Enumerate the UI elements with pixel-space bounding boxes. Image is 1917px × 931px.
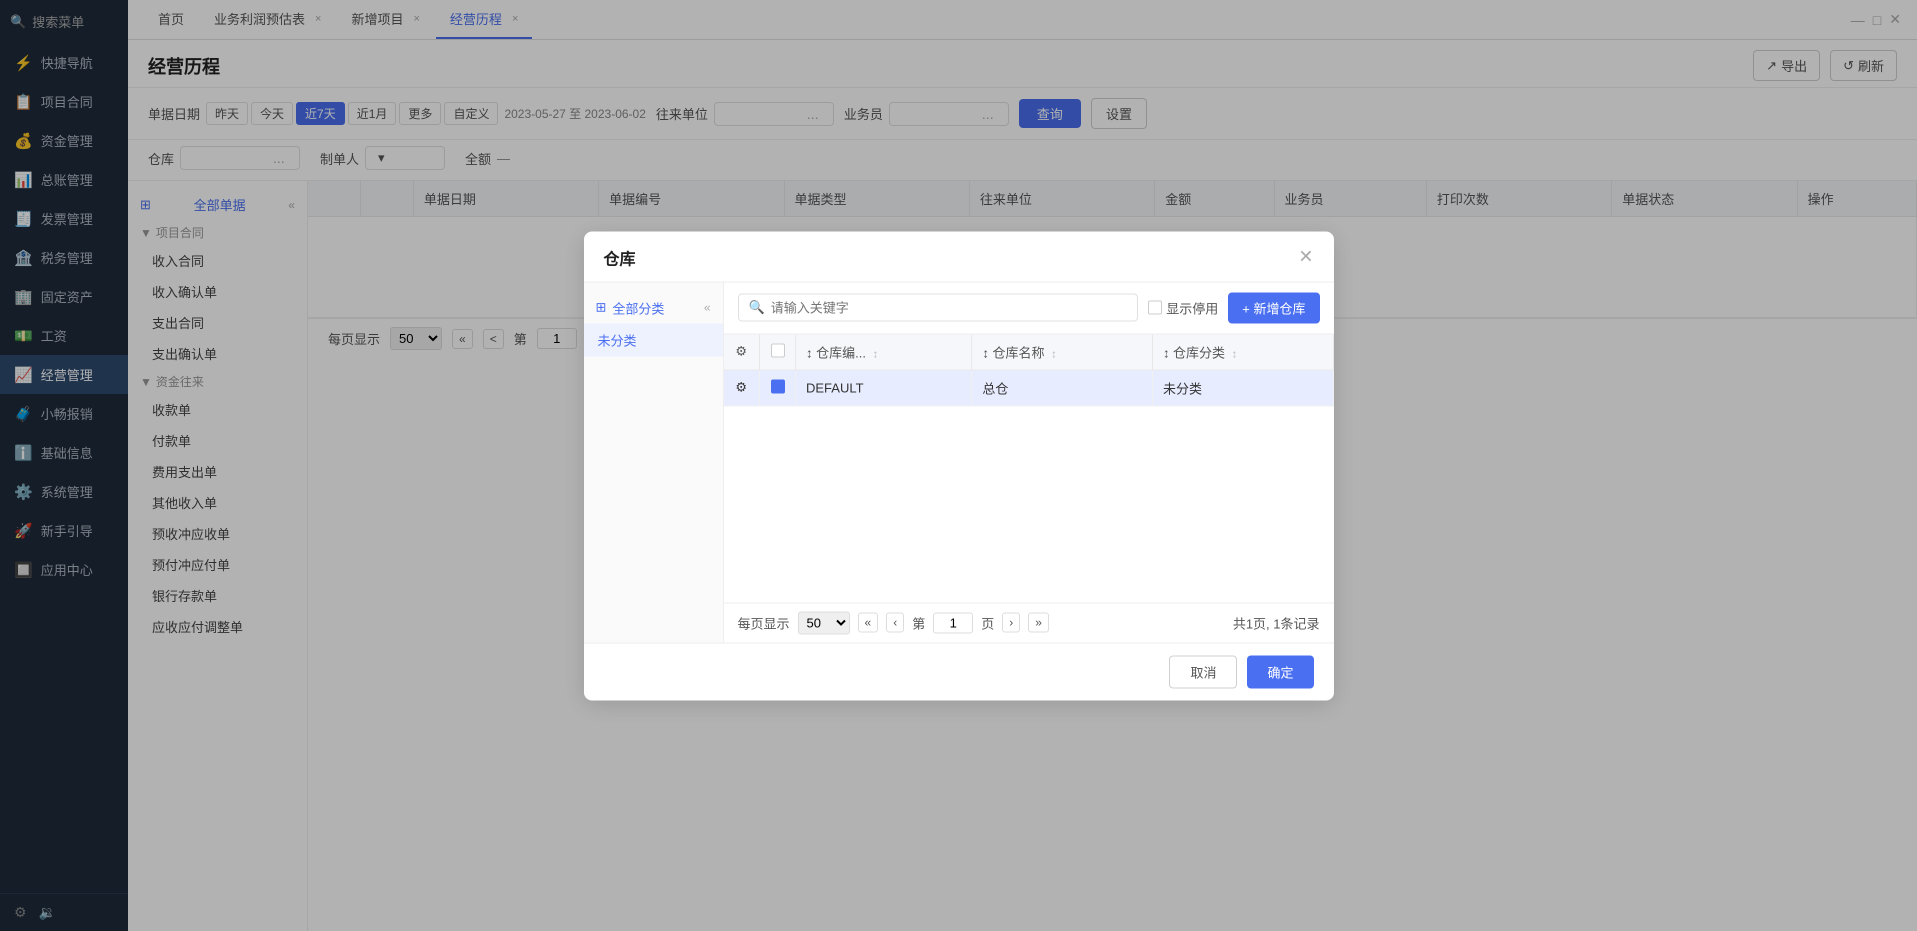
- modal-cancel-button[interactable]: 取消: [1169, 655, 1237, 688]
- row-checkbox[interactable]: [760, 370, 796, 406]
- modal-table: ⚙ ↕ 仓库编... ↕ ↕ 仓库名称 ↕ ↕ 仓库分类 ↕ ⚙ DEFAULT…: [724, 334, 1334, 406]
- modal-confirm-button[interactable]: 确定: [1247, 655, 1313, 688]
- modal-per-page-select[interactable]: 50 100: [798, 611, 850, 634]
- modal-left-items: 未分类: [584, 323, 723, 356]
- modal-per-page-label: 每页显示: [738, 613, 790, 632]
- modal-left-item-unclassified[interactable]: 未分类: [584, 323, 723, 356]
- modal-search-wrap: 🔍: [738, 294, 1139, 322]
- modal-right-panel: 🔍 显示停用 + 新增仓库 ⚙ ↕ 仓库编... ↕ ↕: [724, 282, 1334, 642]
- modal-pagination: 每页显示 50 100 « ‹ 第 页 › » 共1页, 1条记录: [724, 602, 1334, 642]
- modal-total-text: 共1页, 1条记录: [1233, 613, 1320, 632]
- modal-body: ⊞ 全部分类 « 未分类 🔍 显示停用 + 新增仓库: [584, 282, 1334, 642]
- show-disabled-wrap: 显示停用: [1148, 298, 1218, 317]
- modal-left-collapse-icon[interactable]: «: [704, 301, 711, 315]
- modal-th-name: ↕ 仓库名称 ↕: [972, 334, 1153, 370]
- modal-table-body: ⚙ DEFAULT 总仓 未分类: [724, 370, 1334, 406]
- modal-th-checkbox: [760, 334, 796, 370]
- modal-th-gear: ⚙: [724, 334, 760, 370]
- show-disabled-checkbox[interactable]: [1148, 301, 1162, 315]
- add-warehouse-button[interactable]: + 新增仓库: [1228, 292, 1319, 323]
- modal-toolbar: 🔍 显示停用 + 新增仓库: [724, 282, 1334, 334]
- warehouse-modal: 仓库 ✕ ⊞ 全部分类 « 未分类 🔍 显示停用: [584, 231, 1334, 700]
- modal-left-title: 全部分类: [612, 298, 664, 317]
- row-name: 总仓: [972, 370, 1153, 406]
- modal-actions: 取消 确定: [584, 642, 1334, 700]
- row-code: DEFAULT: [796, 370, 972, 406]
- modal-page-last-btn[interactable]: »: [1028, 613, 1049, 633]
- modal-search-input[interactable]: [771, 300, 1128, 315]
- modal-page-prev-btn[interactable]: ‹: [886, 613, 904, 633]
- modal-close-button[interactable]: ✕: [1298, 247, 1313, 268]
- modal-header: 仓库 ✕: [584, 231, 1334, 282]
- row-gear-icon[interactable]: ⚙: [724, 370, 760, 406]
- gear-th-icon: ⚙: [735, 344, 747, 359]
- modal-page-next-btn[interactable]: ›: [1002, 613, 1020, 633]
- modal-table-row[interactable]: ⚙ DEFAULT 总仓 未分类: [724, 370, 1334, 406]
- modal-left-panel: ⊞ 全部分类 « 未分类: [584, 282, 724, 642]
- modal-left-icon: ⊞: [596, 300, 607, 316]
- modal-select-all-checkbox[interactable]: [771, 343, 785, 357]
- modal-th-category: ↕ 仓库分类 ↕: [1152, 334, 1333, 370]
- modal-table-header: ⚙ ↕ 仓库编... ↕ ↕ 仓库名称 ↕ ↕ 仓库分类 ↕: [724, 334, 1334, 370]
- modal-page-suffix: 页: [981, 613, 994, 632]
- modal-page-first-btn[interactable]: «: [858, 613, 879, 633]
- modal-left-header: ⊞ 全部分类 «: [584, 292, 723, 323]
- modal-page-label: 第: [912, 613, 925, 632]
- show-disabled-label: 显示停用: [1166, 298, 1218, 317]
- modal-search-icon: 🔍: [749, 300, 765, 316]
- row-category: 未分类: [1152, 370, 1333, 406]
- modal-th-code: ↕ 仓库编... ↕: [796, 334, 972, 370]
- modal-page-input[interactable]: [933, 612, 973, 633]
- modal-table-wrap: ⚙ ↕ 仓库编... ↕ ↕ 仓库名称 ↕ ↕ 仓库分类 ↕ ⚙ DEFAULT…: [724, 334, 1334, 602]
- modal-title: 仓库: [604, 245, 636, 269]
